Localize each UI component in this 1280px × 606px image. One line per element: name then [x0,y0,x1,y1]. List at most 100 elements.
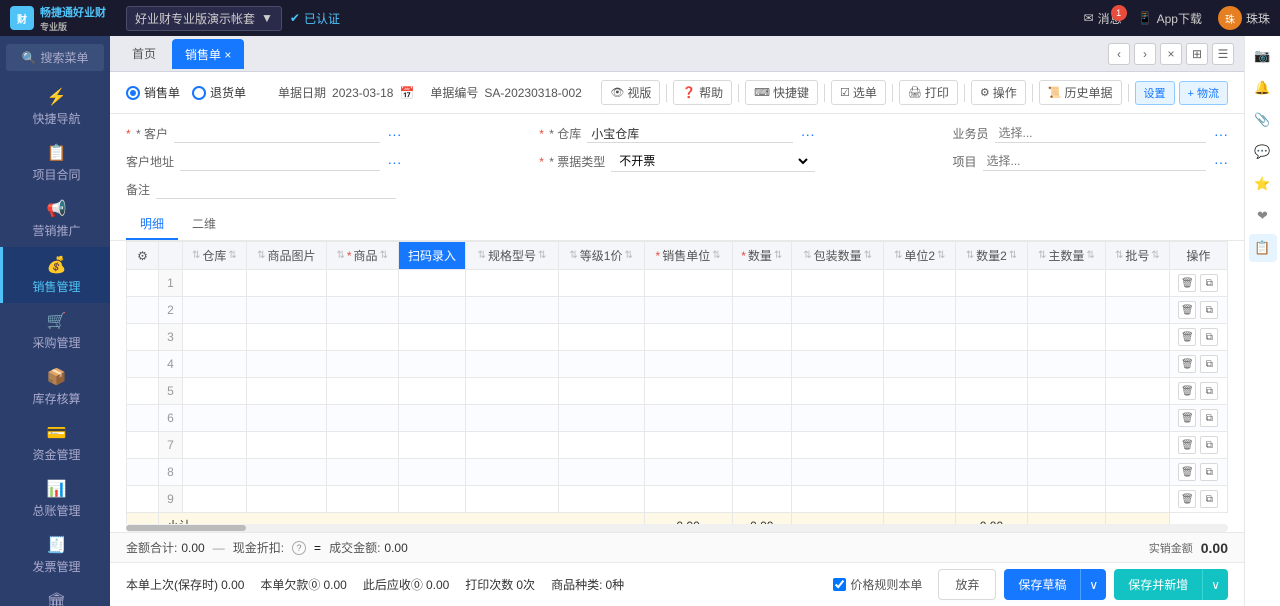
row-qty2-1[interactable] [956,270,1028,297]
col-image[interactable]: ⇅商品图片 [246,242,326,270]
col-settings[interactable]: ⚙ [127,242,159,270]
row-main-qty-1[interactable] [1027,270,1105,297]
company-selector[interactable]: 好业财专业版演示帐套 ▼ [126,6,282,31]
row-product-1[interactable] [326,270,398,297]
address-picker-icon[interactable]: ··· [388,154,402,170]
warehouse-input[interactable] [587,124,792,143]
radio-sales[interactable]: 销售单 [126,84,180,101]
sidebar-item-quick-nav[interactable]: ⚡ 快捷导航 [0,79,110,135]
settings-button[interactable]: 设置 [1135,81,1175,105]
tab-grid-view-button[interactable]: ⊞ [1186,43,1208,65]
row-delete-btn-3[interactable]: 🗑 [1178,328,1196,346]
row-copy-btn-4[interactable]: ⧉ [1200,355,1218,373]
tab-sales-order[interactable]: 销售单 × [172,39,244,69]
row-delete-btn-8[interactable]: 🗑 [1178,463,1196,481]
col-qty[interactable]: *数量⇅ [732,242,791,270]
row-copy-btn-1[interactable]: ⧉ [1200,274,1218,292]
col-warehouse[interactable]: ⇅仓库⇅ [183,242,247,270]
tab-list-view-button[interactable]: ☰ [1212,43,1234,65]
col-spec[interactable]: ⇅规格型号⇅ [466,242,558,270]
row-copy-btn-7[interactable]: ⧉ [1200,436,1218,454]
sidebar-item-purchase[interactable]: 🛒 采购管理 [0,303,110,359]
row-unit2-1[interactable] [884,270,956,297]
row-copy-btn-9[interactable]: ⧉ [1200,490,1218,508]
col-batch[interactable]: ⇅批号⇅ [1105,242,1169,270]
save-new-button[interactable]: 保存并新增 [1114,569,1202,600]
right-panel-btn-4[interactable]: 💬 [1249,138,1277,166]
horizontal-scroll-thumb[interactable] [126,525,246,531]
note-input[interactable] [156,180,396,199]
row-price1-1[interactable] [558,270,644,297]
right-panel-btn-7[interactable]: 📋 [1249,234,1277,262]
user-profile[interactable]: 珠 珠珠 [1218,6,1270,30]
select-order-button[interactable]: ☑ 选单 [831,80,886,105]
right-panel-btn-2[interactable]: 🔔 [1249,74,1277,102]
view-button[interactable]: 👁 视版 [601,80,660,105]
row-delete-btn-9[interactable]: 🗑 [1178,490,1196,508]
price-check-checkbox[interactable] [833,578,846,591]
tab-prev-button[interactable]: ‹ [1108,43,1130,65]
tab-home[interactable]: 首页 [120,39,168,68]
notifications-button[interactable]: ✉ 1 消息 [1084,10,1122,27]
row-qty-1[interactable] [732,270,791,297]
shortcut-button[interactable]: ⌨ 快捷键 [745,80,818,105]
save-draft-arrow-button[interactable]: ∨ [1080,569,1106,600]
col-price1[interactable]: ⇅等级1价⇅ [558,242,644,270]
sidebar-item-funds[interactable]: 💳 资金管理 [0,415,110,471]
sidebar-item-inventory[interactable]: 📦 库存核算 [0,359,110,415]
app-download-button[interactable]: 📱 App下载 [1138,10,1202,27]
col-pkg-qty[interactable]: ⇅包装数量⇅ [791,242,883,270]
warehouse-picker-icon[interactable]: ··· [801,126,815,142]
row-delete-btn-1[interactable]: 🗑 [1178,274,1196,292]
invoice-select-input[interactable]: 不开票 增值税普通发票 增值税专用发票 [615,153,810,169]
row-unit-1[interactable] [644,270,732,297]
sidebar-item-ledger[interactable]: 📊 总账管理 [0,471,110,527]
row-copy-btn-8[interactable]: ⧉ [1200,463,1218,481]
operation-button[interactable]: ⚙ 操作 [971,80,1026,105]
row-warehouse-1[interactable] [183,270,247,297]
right-panel-btn-1[interactable]: 📷 [1249,42,1277,70]
row-delete-btn-6[interactable]: 🗑 [1178,409,1196,427]
row-copy-btn-5[interactable]: ⧉ [1200,382,1218,400]
row-delete-btn-7[interactable]: 🗑 [1178,436,1196,454]
invoice-select[interactable]: 不开票 增值税普通发票 增值税专用发票 [611,151,814,172]
right-panel-btn-5[interactable]: ⭐ [1249,170,1277,198]
sidebar-item-tax[interactable]: 🏛 税务管理 [0,583,110,606]
col-main-qty[interactable]: ⇅主数量⇅ [1027,242,1105,270]
row-copy-btn-6[interactable]: ⧉ [1200,409,1218,427]
row-pkg-qty-1[interactable] [791,270,883,297]
print-button[interactable]: 🖨 打印 [899,80,958,105]
row-delete-btn-2[interactable]: 🗑 [1178,301,1196,319]
sidebar-item-marketing[interactable]: 📢 营销推广 [0,191,110,247]
sidebar-item-sales[interactable]: 💰 销售管理 [0,247,110,303]
col-unit2[interactable]: ⇅单位2⇅ [884,242,956,270]
row-spec-1[interactable] [466,270,558,297]
save-draft-button[interactable]: 保存草稿 [1004,569,1080,600]
salesperson-picker-icon[interactable]: ··· [1214,126,1228,142]
radio-return[interactable]: 退货单 [192,84,246,101]
logistics-button[interactable]: + 物流 [1179,81,1228,105]
row-scan-1[interactable] [398,270,466,297]
abandon-button[interactable]: 放弃 [938,569,996,600]
sidebar-item-invoice[interactable]: 🧾 发票管理 [0,527,110,583]
horizontal-scrollbar[interactable] [126,524,1228,532]
history-button[interactable]: 📜 历史单据 [1039,80,1122,105]
tab-close-button[interactable]: × [1160,43,1182,65]
search-menu-button[interactable]: 🔍 搜索菜单 [6,44,104,71]
price-check-field[interactable]: 价格规则本单 [833,576,922,593]
tab-2d[interactable]: 二维 [178,209,230,240]
col-scan[interactable]: 扫码录入 [398,242,466,270]
row-delete-btn-5[interactable]: 🗑 [1178,382,1196,400]
right-panel-btn-3[interactable]: 📎 [1249,106,1277,134]
customer-picker-icon[interactable]: ··· [388,126,402,142]
col-product[interactable]: ⇅*商品⇅ [326,242,398,270]
address-input[interactable] [180,152,379,171]
tab-detail[interactable]: 明细 [126,209,178,240]
row-copy-btn-2[interactable]: ⧉ [1200,301,1218,319]
date-value[interactable]: 2023-03-18 [332,86,393,100]
project-input[interactable] [983,152,1206,171]
save-new-arrow-button[interactable]: ∨ [1202,569,1228,600]
calendar-icon[interactable]: 📅 [399,86,414,100]
row-batch-1[interactable] [1105,270,1169,297]
salesperson-input[interactable] [995,124,1206,143]
